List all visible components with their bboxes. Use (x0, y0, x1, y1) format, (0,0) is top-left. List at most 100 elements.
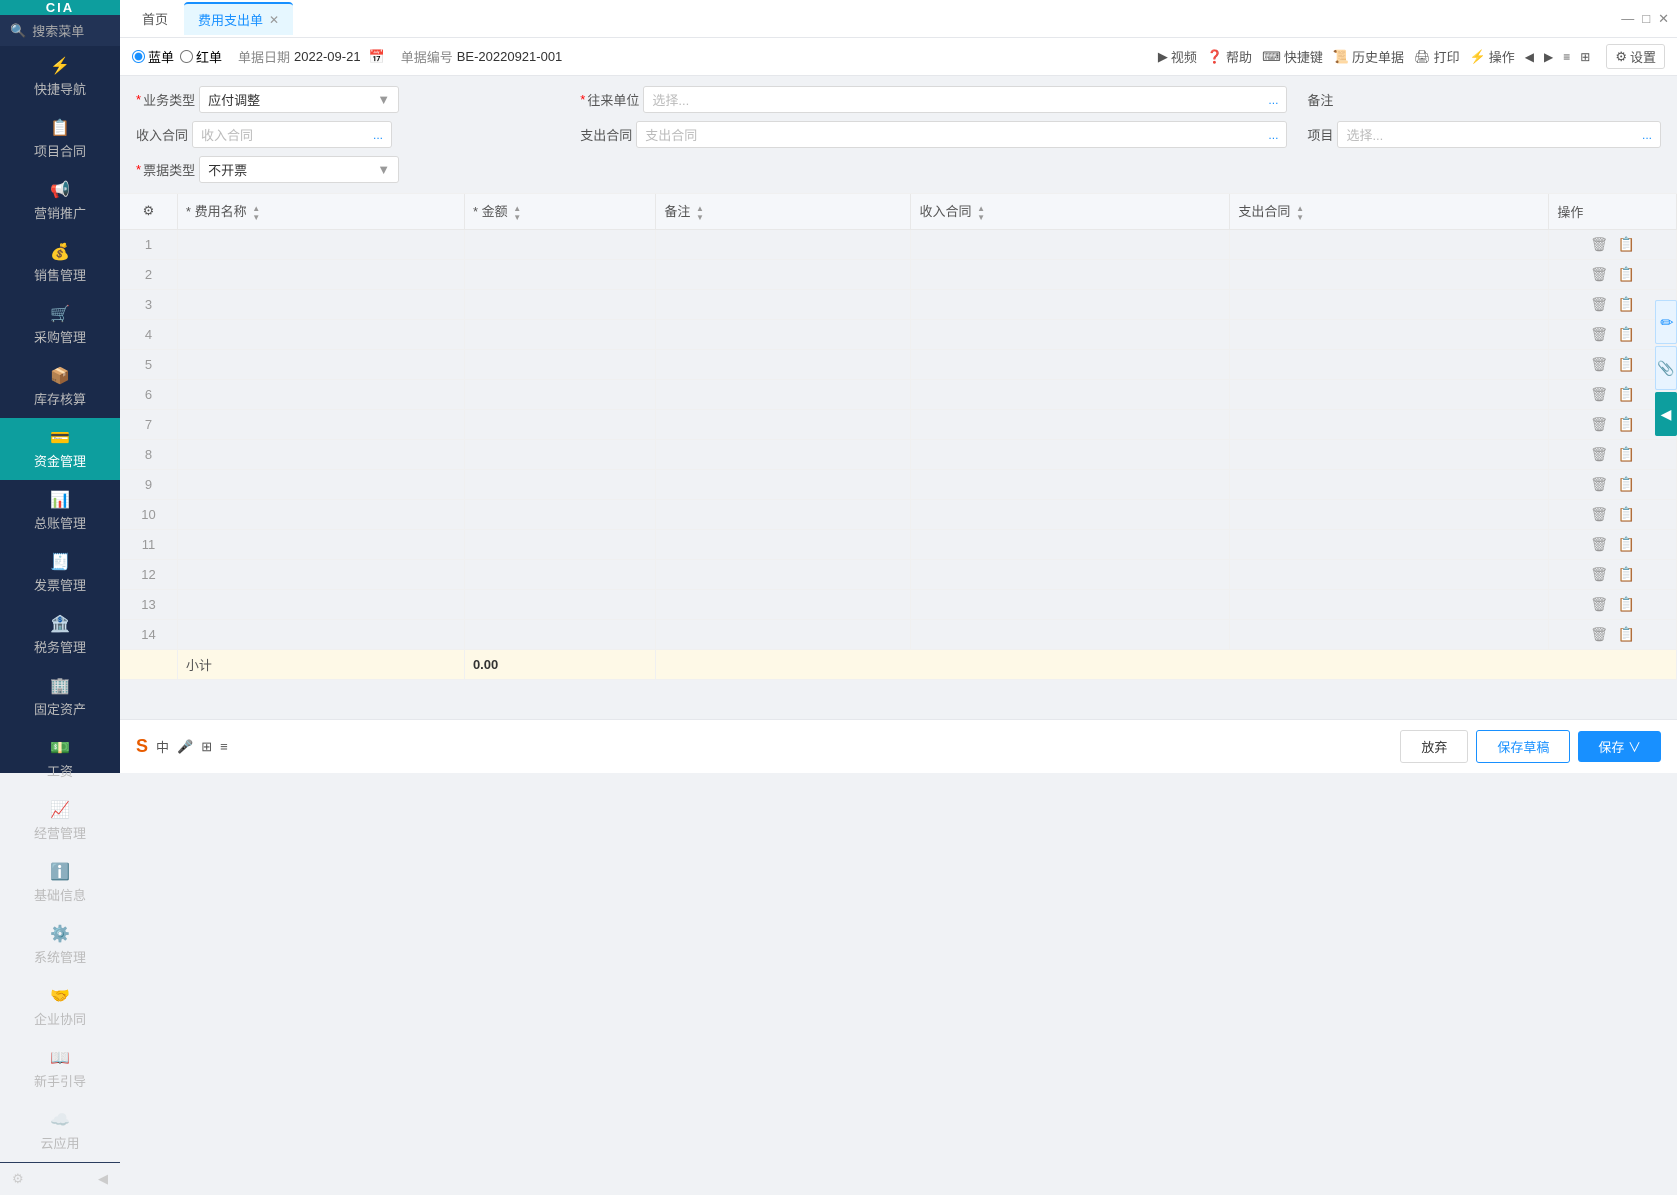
expense-contract-cell[interactable] (1230, 289, 1549, 319)
expense-name-cell[interactable] (177, 259, 464, 289)
invoice-type-select[interactable]: 不开票 ▼ (199, 156, 399, 183)
remark-cell[interactable] (656, 409, 911, 439)
expense-contract-cell[interactable] (1230, 469, 1549, 499)
remark-cell[interactable] (656, 349, 911, 379)
income-contract-cell[interactable] (911, 409, 1230, 439)
sidebar-item-guide[interactable]: 📖 新手引导 (0, 1038, 120, 1100)
expense-name-cell[interactable] (177, 319, 464, 349)
delete-icon[interactable]: 🗑 (1590, 236, 1608, 252)
expense-name-cell[interactable] (177, 619, 464, 649)
remark-cell[interactable] (656, 589, 911, 619)
expense-name-cell[interactable] (177, 409, 464, 439)
remark-cell[interactable] (656, 229, 911, 259)
expense-contract-cell[interactable] (1230, 439, 1549, 469)
income-contract-input[interactable]: 收入合同 ... (192, 121, 392, 148)
gear-icon[interactable]: ⚙ (143, 203, 155, 218)
income-contract-cell[interactable] (911, 259, 1230, 289)
sidebar-item-operation[interactable]: 📈 经营管理 (0, 790, 120, 852)
expense-name-cell[interactable] (177, 229, 464, 259)
income-ellipsis[interactable]: ... (373, 128, 383, 142)
sidebar-item-basic-info[interactable]: ℹ️ 基础信息 (0, 852, 120, 914)
expense-name-cell[interactable] (177, 439, 464, 469)
sidebar-item-capital[interactable]: 💳 资金管理 (0, 418, 120, 480)
expense-contract-cell[interactable] (1230, 319, 1549, 349)
th-income-contract[interactable]: 收入合同 ▲▼ (911, 194, 1230, 229)
copy-icon[interactable]: 📋 (1618, 356, 1635, 372)
delete-icon[interactable]: 🗑 (1590, 506, 1608, 522)
delete-icon[interactable]: 🗑 (1590, 596, 1608, 612)
amount-cell[interactable] (464, 259, 655, 289)
save-draft-button[interactable]: 保存草稿 (1476, 730, 1570, 763)
footer-icon-zh[interactable]: 中 (156, 737, 169, 756)
amount-cell[interactable] (464, 559, 655, 589)
video-btn[interactable]: ▶ 视频 (1158, 47, 1197, 66)
calendar-icon[interactable]: 📅 (369, 49, 385, 65)
amount-cell[interactable] (464, 349, 655, 379)
expense-contract-cell[interactable] (1230, 229, 1549, 259)
sidebar-item-inventory[interactable]: 📦 库存核算 (0, 356, 120, 418)
amount-cell[interactable] (464, 439, 655, 469)
expense-contract-cell[interactable] (1230, 589, 1549, 619)
counterpart-ellipsis[interactable]: ... (1268, 93, 1278, 107)
footer-icon-grid[interactable]: ⊞ (201, 739, 212, 755)
window-minimize-btn[interactable]: — (1621, 11, 1634, 26)
expense-ellipsis[interactable]: ... (1268, 128, 1278, 142)
expense-contract-cell[interactable] (1230, 559, 1549, 589)
copy-icon[interactable]: 📋 (1618, 326, 1635, 342)
sidebar-search[interactable]: 🔍 搜索菜单 (0, 15, 120, 46)
copy-icon[interactable]: 📋 (1618, 566, 1635, 582)
expense-contract-input[interactable]: 支出合同 ... (636, 121, 1287, 148)
remark-cell[interactable] (656, 319, 911, 349)
remark-cell[interactable] (656, 619, 911, 649)
copy-icon[interactable]: 📋 (1618, 266, 1635, 282)
amount-cell[interactable] (464, 379, 655, 409)
copy-icon[interactable]: 📋 (1618, 416, 1635, 432)
th-expense-contract[interactable]: 支出合同 ▲▼ (1230, 194, 1549, 229)
income-contract-cell[interactable] (911, 619, 1230, 649)
remark-cell[interactable] (656, 559, 911, 589)
copy-icon[interactable]: 📋 (1618, 236, 1635, 252)
settings-icon[interactable]: ⚙ (12, 1171, 24, 1187)
remark-cell[interactable] (656, 529, 911, 559)
radio-blue[interactable] (132, 50, 145, 63)
remark-cell[interactable] (656, 499, 911, 529)
amount-cell[interactable] (464, 619, 655, 649)
expense-name-cell[interactable] (177, 469, 464, 499)
income-contract-cell[interactable] (911, 289, 1230, 319)
business-type-select[interactable]: 应付调整 ▼ (199, 86, 399, 113)
sidebar-item-tax[interactable]: 🏦 税务管理 (0, 604, 120, 666)
remark-cell[interactable] (656, 469, 911, 499)
sidebar-item-marketing[interactable]: 📢 营销推广 (0, 170, 120, 232)
nav-right-btn[interactable]: ▶ (1544, 50, 1553, 64)
save-button[interactable]: 保存 ∨ (1578, 731, 1661, 762)
th-amount[interactable]: * 金额 ▲▼ (464, 194, 655, 229)
project-input[interactable]: 选择... ... (1337, 121, 1661, 148)
expense-name-cell[interactable] (177, 499, 464, 529)
delete-icon[interactable]: 🗑 (1590, 476, 1608, 492)
amount-cell[interactable] (464, 409, 655, 439)
delete-icon[interactable]: 🗑 (1590, 326, 1608, 342)
amount-cell[interactable] (464, 229, 655, 259)
sidebar-item-quick-nav[interactable]: ⚡ 快捷导航 (0, 46, 120, 108)
copy-icon[interactable]: 📋 (1618, 386, 1635, 402)
sidebar-item-fixed-assets[interactable]: 🏢 固定资产 (0, 666, 120, 728)
delete-icon[interactable]: 🗑 (1590, 386, 1608, 402)
copy-icon[interactable]: 📋 (1618, 596, 1635, 612)
radio-blue-label[interactable]: 蓝单 (132, 47, 174, 66)
radio-red[interactable] (180, 50, 193, 63)
copy-icon[interactable]: 📋 (1618, 476, 1635, 492)
remark-cell[interactable] (656, 439, 911, 469)
income-contract-cell[interactable] (911, 499, 1230, 529)
copy-icon[interactable]: 📋 (1618, 506, 1635, 522)
side-action-attach[interactable]: 📎 (1655, 346, 1677, 390)
expense-contract-cell[interactable] (1230, 409, 1549, 439)
nav-left-btn[interactable]: ◀ (1525, 50, 1534, 64)
delete-icon[interactable]: 🗑 (1590, 356, 1608, 372)
amount-cell[interactable] (464, 589, 655, 619)
expense-contract-cell[interactable] (1230, 379, 1549, 409)
amount-cell[interactable] (464, 529, 655, 559)
window-maximize-btn[interactable]: □ (1642, 11, 1650, 26)
footer-icon-mic[interactable]: 🎤 (177, 739, 193, 755)
remark-cell[interactable] (656, 259, 911, 289)
th-remark[interactable]: 备注 ▲▼ (656, 194, 911, 229)
